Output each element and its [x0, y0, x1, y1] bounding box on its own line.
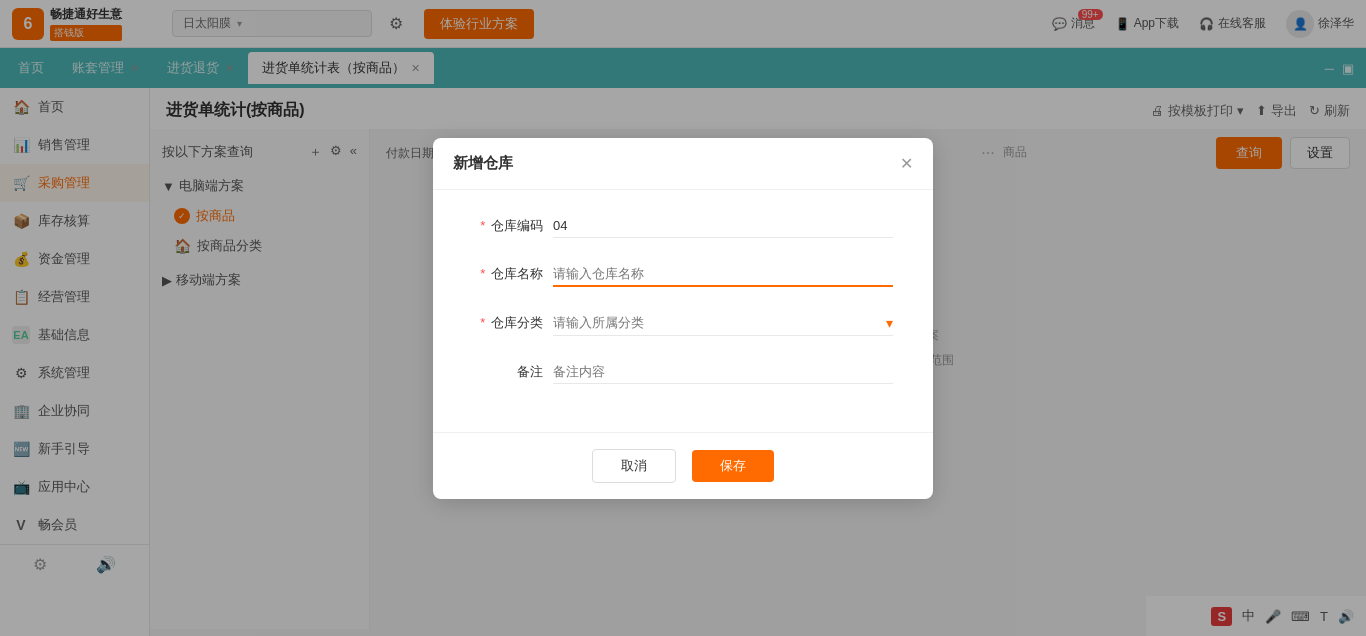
modal-footer: 取消 保存 [433, 432, 933, 499]
modal-body: * 仓库编码 * 仓库名称 * 仓库分类 [433, 190, 933, 432]
code-required-star: * [480, 218, 485, 233]
name-required-star: * [480, 266, 485, 281]
code-label-text: 仓库编码 [491, 218, 543, 233]
cancel-button[interactable]: 取消 [592, 449, 676, 483]
modal-close-icon[interactable]: ✕ [900, 154, 913, 173]
type-form-row: * 仓库分类 ▾ [473, 311, 893, 336]
name-label-text: 仓库名称 [491, 266, 543, 281]
type-label-text: 仓库分类 [491, 315, 543, 330]
code-label: * 仓库编码 [473, 217, 553, 235]
name-form-row: * 仓库名称 [473, 262, 893, 287]
remark-label: 备注 [473, 363, 553, 381]
type-input[interactable] [553, 315, 886, 330]
name-label: * 仓库名称 [473, 265, 553, 283]
type-dropdown-icon: ▾ [886, 315, 893, 331]
modal-overlay: 新增仓库 ✕ * 仓库编码 * 仓库名称 [0, 0, 1366, 636]
name-input[interactable] [553, 262, 893, 287]
code-input[interactable] [553, 214, 893, 238]
remark-label-text: 备注 [517, 364, 543, 379]
type-required-star: * [480, 315, 485, 330]
type-select-wrapper[interactable]: ▾ [553, 311, 893, 336]
remark-input[interactable] [553, 360, 893, 384]
type-label: * 仓库分类 [473, 314, 553, 332]
modal-title: 新增仓库 [453, 154, 513, 173]
code-form-row: * 仓库编码 [473, 214, 893, 238]
save-button[interactable]: 保存 [692, 450, 774, 482]
remark-form-row: 备注 [473, 360, 893, 384]
add-warehouse-modal: 新增仓库 ✕ * 仓库编码 * 仓库名称 [433, 138, 933, 499]
modal-header: 新增仓库 ✕ [433, 138, 933, 190]
